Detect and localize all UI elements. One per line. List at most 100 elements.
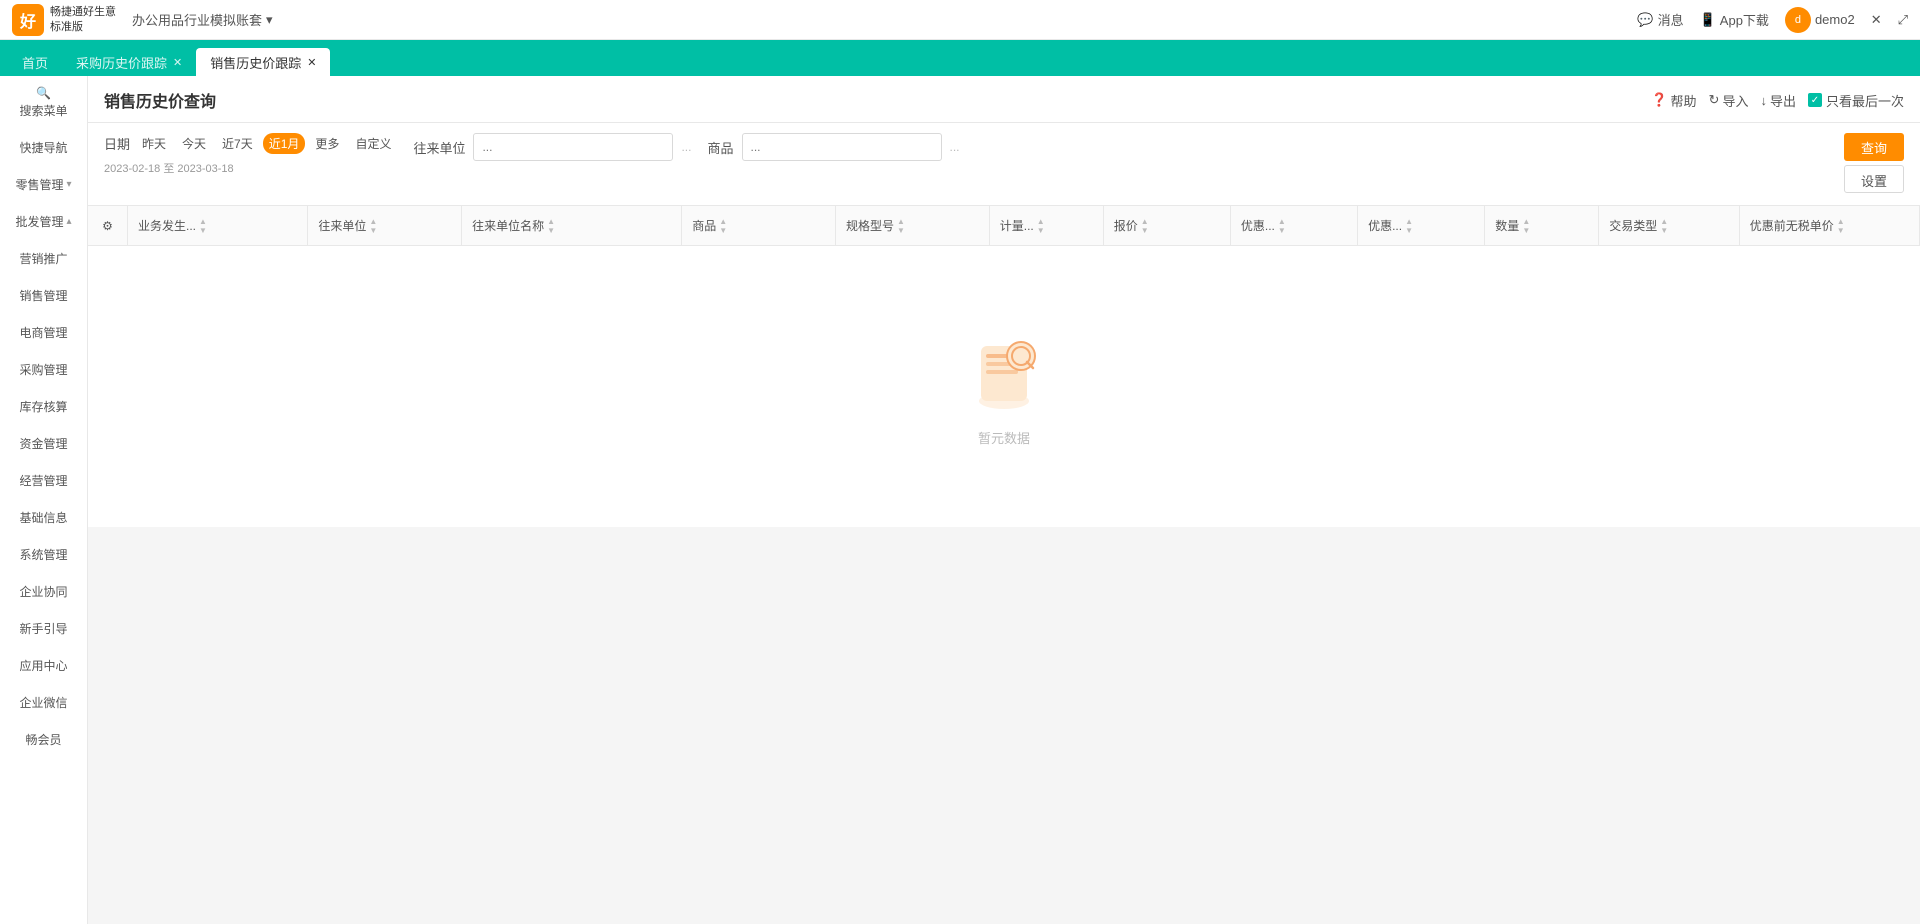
partner-input[interactable] <box>473 133 673 161</box>
sort-icon: ▲▼ <box>897 217 905 235</box>
sidebar-item-label: 采购管理 <box>19 361 67 378</box>
sidebar-item-quicknav[interactable]: 快捷导航 <box>0 129 87 166</box>
company-dropdown[interactable]: 办公用品行业模拟账套 ▾ <box>124 10 281 29</box>
sort-icon: ▲▼ <box>199 217 207 235</box>
sidebar-item-retail[interactable]: 零售管理 ▾ <box>0 166 87 203</box>
th-unit-code[interactable]: 往来单位 ▲▼ <box>308 206 462 245</box>
main-layout: 🔍 搜索菜单 快捷导航 零售管理 ▾ 批发管理 ▴ 营销推广 销售管理 电商管理… <box>0 76 1920 924</box>
search-icon: 🔍 <box>36 86 51 100</box>
th-spec[interactable]: 规格型号 ▲▼ <box>836 206 990 245</box>
tab-bar: 首页 采购历史价跟踪 ✕ 销售历史价跟踪 ✕ <box>0 40 1920 76</box>
top-bar: 好 畅捷通好生意 标准版 办公用品行业模拟账套 ▾ 💬 消息 📱 App下载 d… <box>0 0 1920 40</box>
logo-text: 畅捷通好生意 标准版 <box>50 5 116 34</box>
empty-text: 暂元数据 <box>978 428 1030 447</box>
message-btn[interactable]: 💬 消息 <box>1637 10 1683 29</box>
page-title-bar: 销售历史价查询 ❓ 帮助 ↻ 导入 ↓ 导出 ✓ <box>104 88 1904 112</box>
export-btn[interactable]: ↓ 导出 <box>1760 91 1796 110</box>
th-unit[interactable]: 计量... ▲▼ <box>990 206 1104 245</box>
partner-label: 往来单位 <box>413 138 465 157</box>
tab-sales-label: 销售历史价跟踪 <box>210 53 301 72</box>
sidebar-item-marketing[interactable]: 营销推广 <box>0 240 87 277</box>
sidebar-item-label: 新手引导 <box>19 620 67 637</box>
th-price[interactable]: 报价 ▲▼ <box>1104 206 1231 245</box>
sidebar-item-label: 经营管理 <box>19 472 67 489</box>
goods-label: 商品 <box>707 138 733 157</box>
sidebar-item-label: 电商管理 <box>19 324 67 341</box>
sidebar-item-label: 批发管理 <box>15 213 63 230</box>
sidebar-item-appcenter[interactable]: 应用中心 <box>0 647 87 684</box>
help-icon: ❓ <box>1651 92 1667 108</box>
sort-icon: ▲▼ <box>1660 217 1668 235</box>
window-max-btn[interactable]: ⤢ <box>1898 12 1908 28</box>
th-qty[interactable]: 数量 ▲▼ <box>1485 206 1599 245</box>
th-type[interactable]: 交易类型 ▲▼ <box>1599 206 1739 245</box>
sidebar-item-label: 库存核算 <box>19 398 67 415</box>
date-btn-custom[interactable]: 自定义 <box>349 133 397 154</box>
app-download-btn[interactable]: 📱 App下载 <box>1700 10 1769 29</box>
top-bar-right: 💬 消息 📱 App下载 d demo2 ✕ ⤢ <box>1637 7 1908 33</box>
chevron-down-icon: ▾ <box>66 179 71 190</box>
th-goods[interactable]: 商品 ▲▼ <box>682 206 836 245</box>
avatar: d <box>1785 7 1811 33</box>
tab-sales-close[interactable]: ✕ <box>307 56 316 69</box>
settings-button[interactable]: 设置 <box>1844 165 1904 193</box>
top-bar-left: 好 畅捷通好生意 标准版 办公用品行业模拟账套 ▾ <box>12 4 281 36</box>
sidebar-item-purchase-mgmt[interactable]: 采购管理 <box>0 351 87 388</box>
filter-bar: 日期 昨天 今天 近7天 近1月 更多 自定义 2023-02-18 至 202… <box>88 123 1920 206</box>
sidebar-item-label: 畅会员 <box>25 731 61 748</box>
sidebar-item-wechat[interactable]: 企业微信 <box>0 684 87 721</box>
sidebar-item-basic[interactable]: 基础信息 <box>0 499 87 536</box>
content-area: 销售历史价查询 ❓ 帮助 ↻ 导入 ↓ 导出 ✓ <box>88 76 1920 924</box>
sidebar-item-guide[interactable]: 新手引导 <box>0 610 87 647</box>
chevron-up-icon: ▴ <box>66 216 71 227</box>
goods-filter-group: 商品 ... <box>707 133 959 161</box>
only-last-checkbox[interactable]: ✓ 只看最后一次 <box>1808 91 1904 110</box>
sidebar-item-wholesale[interactable]: 批发管理 ▴ <box>0 203 87 240</box>
import-btn[interactable]: ↻ 导入 <box>1709 91 1749 110</box>
tab-sales[interactable]: 销售历史价跟踪 ✕ <box>196 48 330 76</box>
page-title: 销售历史价查询 <box>104 88 216 112</box>
sidebar-item-sales-mgmt[interactable]: 销售管理 <box>0 277 87 314</box>
sidebar-item-label: 企业微信 <box>19 694 67 711</box>
date-btn-1month[interactable]: 近1月 <box>263 133 306 154</box>
import-icon: ↻ <box>1709 92 1720 108</box>
sidebar-item-ecommerce[interactable]: 电商管理 <box>0 314 87 351</box>
th-discount1[interactable]: 优惠... ▲▼ <box>1231 206 1358 245</box>
th-discount2[interactable]: 优惠... ▲▼ <box>1358 206 1485 245</box>
sidebar-item-system[interactable]: 系统管理 <box>0 536 87 573</box>
sidebar-item-search[interactable]: 🔍 搜索菜单 <box>0 76 87 129</box>
message-icon: 💬 <box>1637 12 1653 28</box>
sidebar-item-label: 零售管理 <box>15 176 63 193</box>
tab-home[interactable]: 首页 <box>8 48 62 76</box>
date-btn-today[interactable]: 今天 <box>176 133 212 154</box>
sidebar-item-finance[interactable]: 资金管理 <box>0 425 87 462</box>
app-icon: 📱 <box>1700 12 1716 28</box>
sidebar-item-operations[interactable]: 经营管理 <box>0 462 87 499</box>
goods-input[interactable] <box>742 133 942 161</box>
sidebar-item-inventory[interactable]: 库存核算 <box>0 388 87 425</box>
tab-home-label: 首页 <box>22 53 48 72</box>
th-date[interactable]: 业务发生... ▲▼ <box>128 206 308 245</box>
date-btn-more[interactable]: 更多 <box>309 133 345 154</box>
th-unit-name[interactable]: 往来单位名称 ▲▼ <box>462 206 682 245</box>
sidebar-item-label: 搜索菜单 <box>19 102 67 119</box>
th-settings[interactable]: ⚙ <box>88 206 128 245</box>
query-button[interactable]: 查询 <box>1844 133 1904 161</box>
tab-purchase[interactable]: 采购历史价跟踪 ✕ <box>62 48 196 76</box>
tab-purchase-close[interactable]: ✕ <box>173 56 182 69</box>
settings-icon: ⚙ <box>102 219 113 233</box>
user-area[interactable]: d demo2 <box>1785 7 1855 33</box>
goods-dots: ... <box>950 140 960 154</box>
sidebar-item-label: 销售管理 <box>19 287 67 304</box>
th-pretax[interactable]: 优惠前无税单价 ▲▼ <box>1740 206 1920 245</box>
sort-icon: ▲▼ <box>1522 217 1530 235</box>
sidebar-item-vip[interactable]: 畅会员 <box>0 721 87 758</box>
page-header: 销售历史价查询 ❓ 帮助 ↻ 导入 ↓ 导出 ✓ <box>88 76 1920 123</box>
window-close-btn[interactable]: ✕ <box>1871 12 1882 28</box>
sidebar-item-enterprise[interactable]: 企业协同 <box>0 573 87 610</box>
empty-illustration <box>959 326 1049 416</box>
date-btn-7days[interactable]: 近7天 <box>216 133 259 154</box>
help-btn[interactable]: ❓ 帮助 <box>1651 91 1696 110</box>
date-btn-yesterday[interactable]: 昨天 <box>136 133 172 154</box>
sort-icon: ▲▼ <box>1141 217 1149 235</box>
